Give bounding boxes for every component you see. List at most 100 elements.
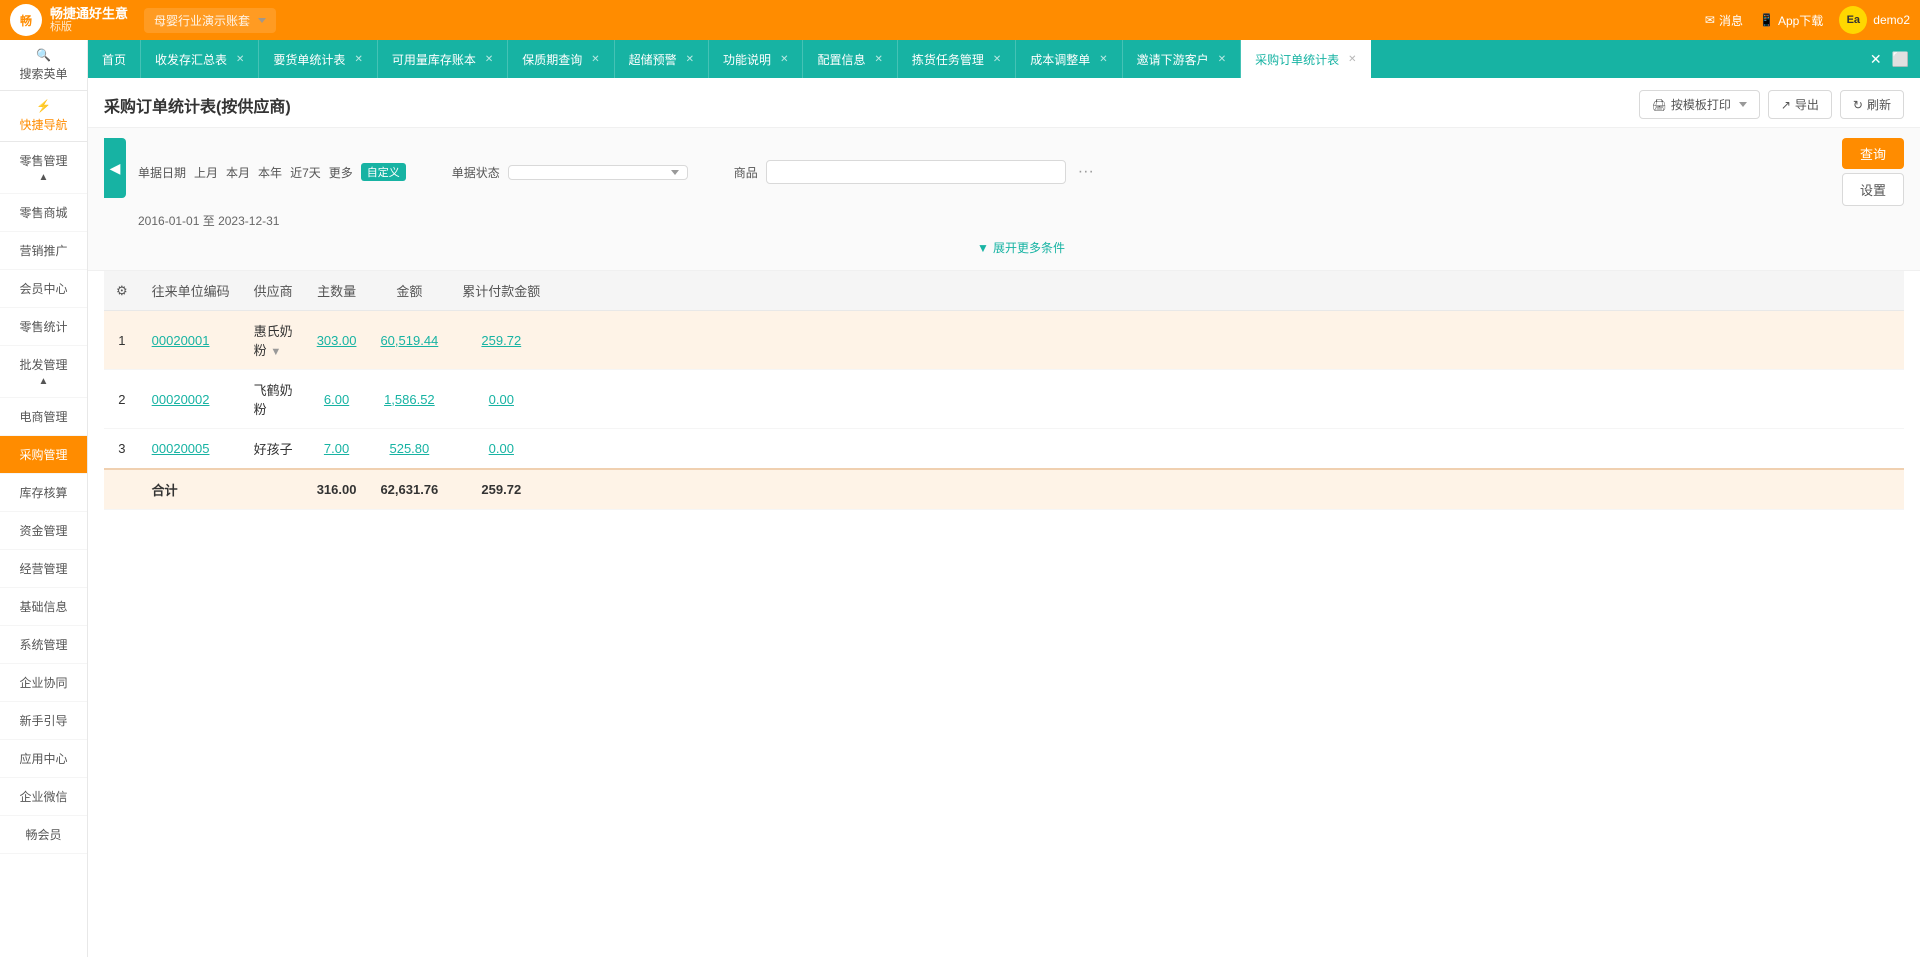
tab-home[interactable]: 首页 [88,40,141,78]
tab-function-desc[interactable]: 功能说明 ✕ [709,40,803,78]
close-tab-order-summary[interactable]: ✕ [354,54,362,65]
sidebar-item-marketing[interactable]: 营销推广 [0,232,87,270]
filter-container: ◀ 单据日期 上月 本月 本年 近7天 更多 自定义 [88,128,1920,271]
query-button[interactable]: 查询 [1842,138,1904,169]
sidebar-item-system[interactable]: 系统管理 [0,626,87,664]
shortcut-this-month[interactable]: 本月 [226,164,250,181]
message-btn[interactable]: ✉ 消息 [1705,12,1743,29]
table-row: 2 00020002 飞鹤奶粉 6.00 1,586.52 0.00 [104,370,1904,429]
shortcut-7days[interactable]: 近7天 [290,164,321,181]
sidebar-item-quicknav[interactable]: ⚡ 快捷导航 [0,91,87,142]
dropdown-label[interactable]: 母婴行业演示账套 [144,8,276,33]
sidebar-item-basic[interactable]: 基础信息 [0,588,87,626]
tab-order-summary[interactable]: 要货单统计表 ✕ [259,40,377,78]
tab-overstock-warning[interactable]: 超储预警 ✕ [615,40,709,78]
filter-inner: 单据日期 上月 本月 本年 近7天 更多 自定义 单据状态 [126,138,1904,260]
status-dropdown-icon [671,170,679,175]
dropdown-arrow-icon [258,18,266,23]
user-area[interactable]: Ea demo2 [1839,6,1910,34]
close-tab-cost-adjust[interactable]: ✕ [1099,54,1107,65]
sidebar-item-retail-store[interactable]: 零售商城 [0,194,87,232]
template-print-button[interactable]: 🖨 按模板打印 [1639,90,1760,119]
refresh-button[interactable]: ↻ 刷新 [1840,90,1904,119]
maximize-btn[interactable]: ⬜ [1889,48,1912,71]
expand-filter-btn[interactable]: ▼ 展开更多条件 [138,235,1904,260]
shortcut-more[interactable]: 更多 [329,164,353,181]
footer-extra [552,469,1904,510]
logo-text: 畅捷通好生意 [50,6,128,22]
settings-button[interactable]: 设置 [1842,173,1904,206]
tab-invite-downstream[interactable]: 邀请下游客户 ✕ [1123,40,1241,78]
close-tab-receive-summary[interactable]: ✕ [236,54,244,65]
goods-input[interactable] [766,160,1066,184]
sidebar-item-appcenter[interactable]: 应用中心 [0,740,87,778]
app-download-btn[interactable]: 📱 App下载 [1759,12,1823,29]
shortcut-this-year[interactable]: 本年 [258,164,282,181]
row-paid-1: 259.72 [450,311,552,370]
goods-label: 商品 [734,164,758,181]
row-index-1: 1 [104,311,140,370]
sidebar-item-purchase[interactable]: 采购管理 [0,436,87,474]
tab-receive-summary[interactable]: 收发存汇总表 ✕ [141,40,259,78]
close-tab-purchase-stat[interactable]: ✕ [1348,54,1356,65]
table-header: ⚙ 往来单位编码 供应商 主数量 金额 累计付款金额 [104,271,1904,311]
tab-cost-adjust[interactable]: 成本调整单 ✕ [1016,40,1122,78]
filter-row-1: 单据日期 上月 本月 本年 近7天 更多 自定义 单据状态 [138,138,1904,206]
close-tab-warranty-query[interactable]: ✕ [591,54,599,65]
tab-purchase-stat[interactable]: 采购订单统计表 ✕ [1241,40,1371,78]
export-icon: ↗ [1781,98,1791,112]
close-tab-function-desc[interactable]: ✕ [780,54,788,65]
sidebar-item-enterprise[interactable]: 企业协同 [0,664,87,702]
sidebar-item-retail-stat[interactable]: 零售统计 [0,308,87,346]
collapse-toggle-btn[interactable]: ◀ [104,138,126,198]
date-range-display: 2016-01-01 至 2023-12-31 [138,212,279,229]
goods-filter: 商品 ··· [734,160,1094,184]
top-bar-left: 畅 畅捷通好生意 标版 母婴行业演示账套 [10,4,276,36]
sidebar-item-member[interactable]: 会员中心 [0,270,87,308]
custom-date-tag[interactable]: 自定义 [361,163,406,181]
row-supplier-3: 好孩子 [242,429,305,470]
status-filter: 单据状态 [452,164,688,181]
sidebar-item-search[interactable]: 🔍 搜索英单 [0,40,87,91]
row-code-2: 00020002 [140,370,242,429]
tab-available-stock[interactable]: 可用量库存账本 ✕ [378,40,508,78]
close-tab-invite-downstream[interactable]: ✕ [1218,54,1226,65]
close-tab-available-stock[interactable]: ✕ [485,54,493,65]
shortcut-last-month[interactable]: 上月 [194,164,218,181]
col-settings[interactable]: ⚙ [104,271,140,311]
sidebar-item-inventory[interactable]: 库存核算 [0,474,87,512]
sidebar-item-member2[interactable]: 畅会员 [0,816,87,854]
tab-warranty-query[interactable]: 保质期查询 ✕ [508,40,614,78]
sidebar-item-finance[interactable]: 资金管理 [0,512,87,550]
row-extra-2 [552,370,1904,429]
export-button[interactable]: ↗ 导出 [1768,90,1832,119]
table-row: 3 00020005 好孩子 7.00 525.80 0.00 [104,429,1904,470]
sidebar-item-ecommerce[interactable]: 电商管理 [0,398,87,436]
sidebar-item-retail[interactable]: 零售管理 ▲ [0,142,87,194]
sidebar-item-newguide[interactable]: 新手引导 [0,702,87,740]
footer-label: 合计 [140,469,305,510]
date-shortcuts: 上月 本月 本年 近7天 更多 自定义 [194,163,406,181]
goods-more-icon[interactable]: ··· [1078,163,1094,181]
col-code: 往来单位编码 [140,271,242,311]
supplier-arrow-1: ▼ [270,346,281,358]
sidebar-item-batch[interactable]: 批发管理 ▲ [0,346,87,398]
status-select[interactable] [508,165,688,180]
col-supplier: 供应商 [242,271,305,311]
close-tab-picking-task[interactable]: ✕ [993,54,1001,65]
sidebar-item-operations[interactable]: 经营管理 [0,550,87,588]
main-layout: 🔍 搜索英单 ⚡ 快捷导航 零售管理 ▲ 零售商城 营销推广 会员中心 零售统计… [0,40,1920,957]
close-tab-overstock-warning[interactable]: ✕ [686,54,694,65]
row-qty-1: 303.00 [305,311,369,370]
status-label: 单据状态 [452,164,500,181]
page-content: 采购订单统计表(按供应商) 🖨 按模板打印 ↗ 导出 ↻ 刷新 [88,78,1920,957]
sidebar-item-wechat[interactable]: 企业微信 [0,778,87,816]
tab-config-info[interactable]: 配置信息 ✕ [803,40,897,78]
row-supplier-2: 飞鹤奶粉 [242,370,305,429]
close-tab-config-info[interactable]: ✕ [874,54,882,65]
date-filter: 单据日期 上月 本月 本年 近7天 更多 自定义 [138,163,406,181]
close-all-tabs-btn[interactable]: ✕ [1867,48,1885,71]
search-icon: 🔍 [36,48,51,62]
tab-picking-task[interactable]: 拣货任务管理 ✕ [898,40,1016,78]
page-title: 采购订单统计表(按供应商) [104,93,291,117]
